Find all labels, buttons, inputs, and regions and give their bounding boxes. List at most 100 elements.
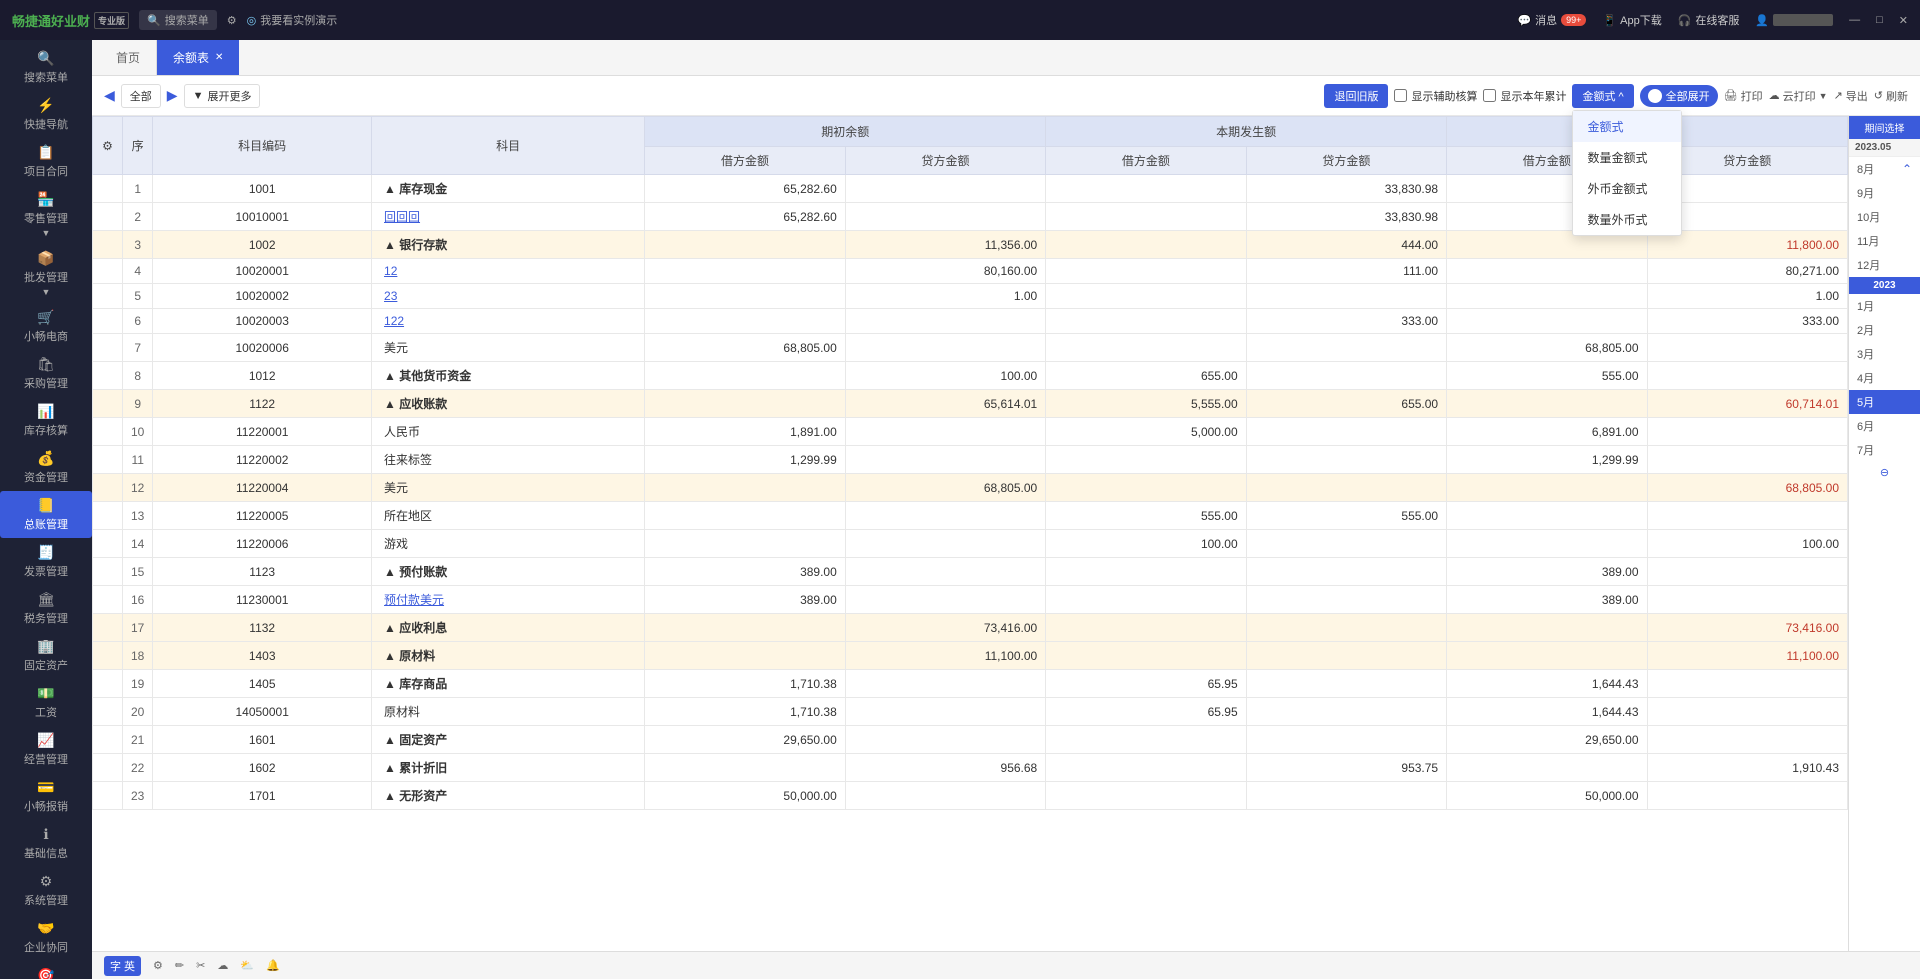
window-maximize[interactable]: □ [1876,14,1883,26]
cell-name[interactable]: 回回回 [372,203,645,231]
nav-back-btn[interactable]: ◀ [104,87,115,104]
sidebar-item-system[interactable]: ⚙ 系统管理 [0,867,92,914]
expand-all-toggle[interactable]: 全部展开 [1640,85,1718,107]
col-header-settings[interactable]: ⚙ [93,117,123,175]
dropdown-item-gold[interactable]: 金额式 [1573,111,1681,142]
cell-settings[interactable] [93,530,123,558]
status-cut-icon[interactable]: ✂ [196,959,205,972]
status-cloud2-icon[interactable]: ⛅ [240,959,254,972]
cell-name[interactable]: 预付款美元 [372,586,645,614]
cell-settings[interactable] [93,502,123,530]
cell-settings[interactable] [93,586,123,614]
cell-settings[interactable] [93,231,123,259]
status-translate-btn[interactable]: 字 英 [104,956,141,976]
sidebar-item-basic[interactable]: ℹ 基础信息 [0,820,92,867]
return-old-btn[interactable]: 退回旧版 [1324,84,1388,108]
period-month-1[interactable]: 1月 [1849,294,1920,318]
sidebar-item-assets[interactable]: 🏢 固定资产 [0,632,92,679]
sidebar-item-ecommerce[interactable]: 🛒 小畅电商 [0,303,92,350]
show-annual-checkbox[interactable]: 显示本年累计 [1483,88,1566,104]
cell-settings[interactable] [93,390,123,418]
sidebar-item-project[interactable]: 📋 项目合同 [0,138,92,185]
cell-settings[interactable] [93,642,123,670]
status-settings-icon[interactable]: ⚙ [153,959,163,972]
cell-settings[interactable] [93,203,123,231]
window-minimize[interactable]: — [1849,14,1860,26]
filter-all-tag[interactable]: 全部 [121,84,161,108]
message-btn[interactable]: 💬 消息 99+ [1517,12,1586,28]
cell-settings[interactable] [93,284,123,309]
sidebar-item-wholesale[interactable]: 📦 批发管理 ▼ [0,244,92,303]
cell-settings[interactable] [93,726,123,754]
cell-settings[interactable] [93,309,123,334]
demo-link[interactable]: ◎ 我要看实例演示 [247,12,338,28]
period-month-4[interactable]: 4月 [1849,366,1920,390]
sidebar-item-search[interactable]: 🔍 搜索菜单 [0,44,92,91]
refresh-btn[interactable]: ↺ 刷新 [1874,88,1908,104]
status-edit-icon[interactable]: ✏ [175,959,184,972]
print-btn[interactable]: 🖨 打印 [1724,88,1763,104]
sidebar-item-invoice[interactable]: 🧾 发票管理 [0,538,92,585]
sidebar-item-ledger[interactable]: 📒 总账管理 [0,491,92,538]
sidebar-item-salary[interactable]: 💵 工资 [0,679,92,726]
period-month-7[interactable]: 7月 [1849,438,1920,462]
window-close[interactable]: ✕ [1899,14,1908,27]
sidebar-item-quicknav[interactable]: ⚡ 快捷导航 [0,91,92,138]
period-month-6[interactable]: 6月 [1849,414,1920,438]
period-month-5[interactable]: 5月 [1849,390,1920,414]
period-collapse-btn[interactable]: ⊖ [1849,462,1920,483]
cell-settings[interactable] [93,698,123,726]
cell-settings[interactable] [93,474,123,502]
period-month-2[interactable]: 2月 [1849,318,1920,342]
period-year-2023-label[interactable]: 2023 [1849,277,1920,294]
cell-settings[interactable] [93,754,123,782]
period-month-11[interactable]: 11月 [1849,229,1920,253]
period-month-8[interactable]: 8月 ⌃ [1849,157,1920,181]
cell-name[interactable]: 122 [372,309,645,334]
dropdown-item-foreign-gold[interactable]: 外币金额式 [1573,173,1681,204]
cell-settings[interactable] [93,362,123,390]
top-search-area[interactable]: 🔍 搜索菜单 [139,10,217,30]
period-month-12[interactable]: 12月 [1849,253,1920,277]
cell-settings[interactable] [93,259,123,284]
settings-icon-top[interactable]: ⚙ [227,14,237,27]
cell-settings[interactable] [93,418,123,446]
dropdown-item-quantity-gold[interactable]: 数量金额式 [1573,142,1681,173]
tab-balance[interactable]: 余额表 ✕ [157,40,239,75]
cloud-print-btn[interactable]: ☁ 云打印 ▼ [1769,88,1828,104]
cell-settings[interactable] [93,670,123,698]
sidebar-item-tax[interactable]: 🏛 税务管理 [0,585,92,632]
cell-settings[interactable] [93,175,123,203]
cell-settings[interactable] [93,558,123,586]
show-assist-checkbox[interactable]: 显示辅助核算 [1394,88,1477,104]
sidebar-item-business[interactable]: 📈 经营管理 [0,726,92,773]
period-month-9[interactable]: 9月 [1849,181,1920,205]
cell-name[interactable]: 23 [372,284,645,309]
online-service-btn[interactable]: 🎧 在线客服 [1678,12,1740,28]
cell-settings[interactable] [93,334,123,362]
status-cloud-icon[interactable]: ☁ [217,959,228,972]
expand-more-btn[interactable]: ▼ 展开更多 [184,84,261,108]
sidebar-item-partner[interactable]: 🤝 企业协同 [0,914,92,961]
cell-settings[interactable] [93,782,123,810]
cell-name[interactable]: 12 [372,259,645,284]
sidebar-item-retail[interactable]: 🏪 零售管理 ▼ [0,185,92,244]
sidebar-item-purchase[interactable]: 🛍 采购管理 [0,350,92,397]
sidebar-item-guide[interactable]: 🎯 新手引导 [0,961,92,979]
period-month-3[interactable]: 3月 [1849,342,1920,366]
nav-forward-btn[interactable]: ▶ [167,87,178,104]
cell-settings[interactable] [93,614,123,642]
amount-type-btn[interactable]: 金额式 ^ [1572,84,1633,108]
sidebar-item-inventory[interactable]: 📊 库存核算 [0,397,92,444]
sidebar-item-capital[interactable]: 💰 资金管理 [0,444,92,491]
status-bell-icon[interactable]: 🔔 [266,959,280,972]
export-btn[interactable]: ↗ 导出 [1834,88,1868,104]
amount-type-dropdown-wrapper[interactable]: 金额式 ^ 金额式 数量金额式 外币金额式 数量外币式 [1572,84,1633,108]
tab-close-balance[interactable]: ✕ [215,52,223,63]
cell-settings[interactable] [93,446,123,474]
period-month-10[interactable]: 10月 [1849,205,1920,229]
tab-home[interactable]: 首页 [100,40,157,75]
user-avatar[interactable]: 👤 [1755,14,1833,27]
sidebar-item-sales[interactable]: 💳 小畅报销 [0,773,92,820]
dropdown-item-quantity-foreign[interactable]: 数量外币式 [1573,204,1681,235]
